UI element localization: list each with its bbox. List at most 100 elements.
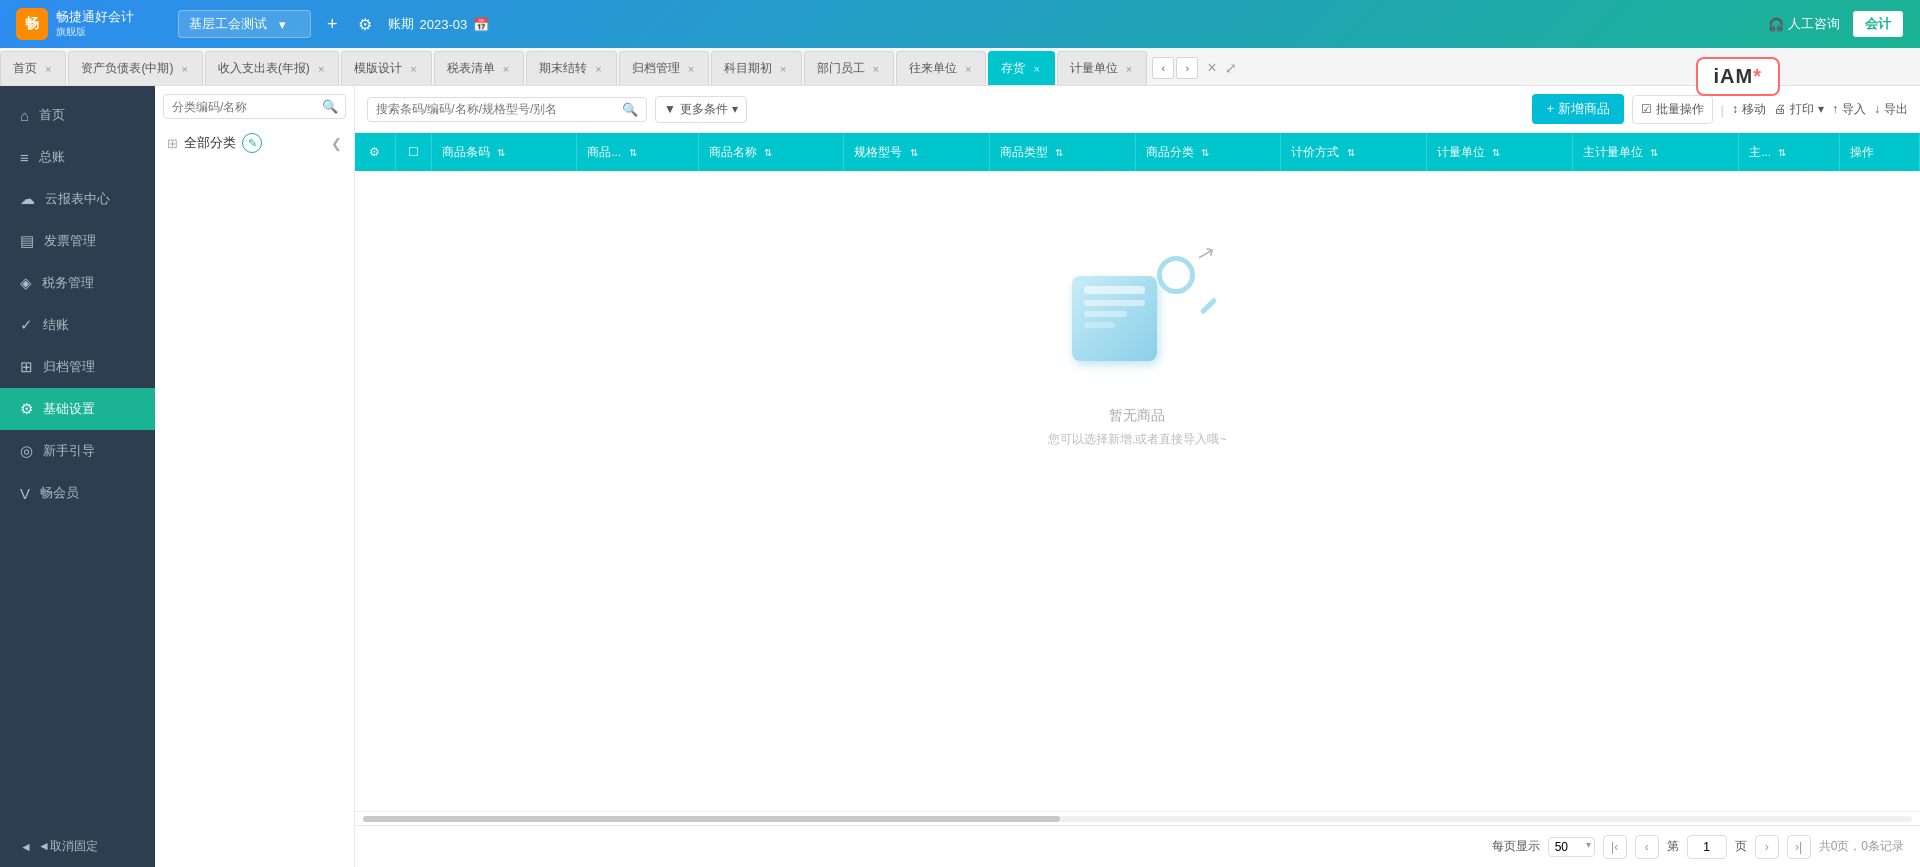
period-label: 账期	[388, 15, 414, 33]
tab-income[interactable]: 收入支出表(年报) ×	[205, 51, 339, 85]
tab-tax-list-close[interactable]: ×	[501, 63, 511, 75]
company-selector[interactable]: 基层工会测试	[178, 10, 311, 38]
move-button[interactable]: ↕ 移动	[1732, 101, 1766, 118]
tab-archive[interactable]: 归档管理 ×	[619, 51, 709, 85]
tab-income-close[interactable]: ×	[316, 63, 326, 75]
top-header: 畅 畅捷通好会计 旗舰版 基层工会测试 + ⚙ 账期 2023-03 📅 🎧 人…	[0, 0, 1920, 48]
more-filter-button[interactable]: ▼ 更多条件 ▾	[655, 96, 747, 123]
category-search-wrap: 🔍	[163, 94, 346, 119]
sort-main-abbr[interactable]: ⇅	[1778, 147, 1786, 158]
calendar-icon[interactable]: 📅	[473, 17, 489, 32]
tab-prev-button[interactable]: ‹	[1152, 57, 1174, 79]
close-all-tabs-button[interactable]: ×	[1203, 59, 1220, 77]
th-name: 商品名称 ⇅	[698, 133, 844, 171]
tab-contacts-close[interactable]: ×	[963, 63, 973, 75]
next-page-button[interactable]: ›	[1755, 835, 1779, 859]
batch-operation-button[interactable]: ☑ 批量操作	[1632, 95, 1713, 124]
app-logo-icon: 畅	[16, 8, 48, 40]
th-checkbox[interactable]: ☐	[395, 133, 431, 171]
sidebar-item-basic[interactable]: ⚙ 基础设置	[0, 388, 155, 430]
sidebar-item-ledger[interactable]: ≡ 总账	[0, 136, 155, 178]
print-icon: 🖨	[1774, 102, 1786, 116]
tab-subject[interactable]: 科目期初 ×	[711, 51, 801, 85]
horizontal-scrollbar[interactable]	[355, 811, 1920, 825]
cancel-fixed-label: ◄取消固定	[38, 838, 98, 855]
scrollbar-thumb[interactable]	[363, 816, 1060, 822]
export-button[interactable]: ↓ 导出	[1874, 101, 1908, 118]
sort-price-method[interactable]: ⇅	[1347, 147, 1355, 158]
tab-contacts-label: 往来单位	[909, 60, 957, 77]
tab-balance-close[interactable]: ×	[179, 63, 189, 75]
tax-icon: ◈	[20, 274, 32, 292]
per-page-select[interactable]: 50 100 200	[1548, 837, 1595, 857]
sidebar-item-member[interactable]: V 畅会员	[0, 472, 155, 514]
sort-barcode[interactable]: ⇅	[497, 147, 505, 158]
tab-dept[interactable]: 部门员工 ×	[804, 51, 894, 85]
sidebar-basic-label: 基础设置	[43, 400, 95, 418]
tab-inventory-close[interactable]: ×	[1031, 63, 1041, 75]
sidebar-item-invoice[interactable]: ▤ 发票管理	[0, 220, 155, 262]
tab-subject-close[interactable]: ×	[778, 63, 788, 75]
tab-inventory[interactable]: 存货 ×	[988, 51, 1054, 85]
tab-contacts[interactable]: 往来单位 ×	[896, 51, 986, 85]
account-button[interactable]: 会计	[1852, 10, 1904, 38]
tab-tax-list[interactable]: 税表清单 ×	[434, 51, 524, 85]
iam-badge: iAM*	[1696, 57, 1780, 96]
sidebar-ledger-label: 总账	[39, 148, 65, 166]
sidebar-home-label: 首页	[39, 106, 65, 124]
batch-check-icon: ☑	[1641, 102, 1652, 116]
human-service-button[interactable]: 🎧 人工咨询	[1768, 15, 1840, 33]
tab-archive-close[interactable]: ×	[686, 63, 696, 75]
category-search-icon[interactable]: 🔍	[322, 99, 338, 114]
tab-next-button[interactable]: ›	[1176, 57, 1198, 79]
sidebar-item-archive[interactable]: ⊞ 归档管理	[0, 346, 155, 388]
tab-home[interactable]: 首页 ×	[0, 51, 66, 85]
settings-button[interactable]: ⚙	[354, 15, 376, 34]
app-name: 畅捷通好会计	[56, 9, 134, 25]
last-page-button[interactable]: ›|	[1787, 835, 1811, 859]
sort-category[interactable]: ⇅	[1201, 147, 1209, 158]
sort-name[interactable]: ⇅	[764, 147, 772, 158]
tab-period-end[interactable]: 期末结转 ×	[526, 51, 616, 85]
tab-home-close[interactable]: ×	[43, 63, 53, 75]
sort-spec[interactable]: ⇅	[910, 147, 918, 158]
product-search-input[interactable]	[376, 102, 622, 116]
prev-page-button[interactable]: ‹	[1635, 835, 1659, 859]
sidebar-cancel-fixed[interactable]: ◄ ◄取消固定	[0, 826, 155, 867]
tab-balance-sheet[interactable]: 资产负债表(中期) ×	[68, 51, 202, 85]
scrollbar-track	[363, 816, 1912, 822]
first-page-button[interactable]: |‹	[1603, 835, 1627, 859]
category-search-input[interactable]	[172, 100, 322, 114]
sidebar-item-settle[interactable]: ✓ 结账	[0, 304, 155, 346]
add-product-button[interactable]: + 新增商品	[1532, 94, 1623, 124]
product-search-icon[interactable]: 🔍	[622, 102, 638, 117]
sidebar-item-guide[interactable]: ◎ 新手引导	[0, 430, 155, 472]
tab-period-end-close[interactable]: ×	[593, 63, 603, 75]
tab-template-close[interactable]: ×	[408, 63, 418, 75]
th-settings[interactable]: ⚙	[355, 133, 395, 171]
th-type: 商品类型 ⇅	[990, 133, 1136, 171]
print-button[interactable]: 🖨 打印 ▾	[1774, 101, 1824, 118]
expand-tabs-button[interactable]: ⤢	[1221, 60, 1241, 76]
all-categories[interactable]: ⊞ 全部分类 ✎ ❮	[163, 127, 346, 159]
tab-unit[interactable]: 计量单位 ×	[1057, 51, 1147, 85]
import-button[interactable]: ↑ 导入	[1832, 101, 1866, 118]
print-dropdown[interactable]: ▾	[1818, 102, 1824, 116]
main-layout: ⌂ 首页 ≡ 总账 ☁ 云报表中心 ▤ 发票管理 ◈ 税务管理 ✓ 结账 ⊞ 归…	[0, 86, 1920, 867]
tab-template[interactable]: 模版设计 ×	[341, 51, 431, 85]
add-tab-button[interactable]: +	[323, 14, 342, 35]
sort-type[interactable]: ⇅	[1055, 147, 1063, 158]
tab-unit-close[interactable]: ×	[1124, 63, 1134, 75]
th-spec: 规格型号 ⇅	[844, 133, 990, 171]
sort-code[interactable]: ⇅	[629, 147, 637, 158]
page-input[interactable]	[1687, 835, 1727, 859]
category-collapse-icon[interactable]: ❮	[331, 136, 342, 151]
sidebar-item-reports[interactable]: ☁ 云报表中心	[0, 178, 155, 220]
sort-unit[interactable]: ⇅	[1492, 147, 1500, 158]
sidebar-item-tax[interactable]: ◈ 税务管理	[0, 262, 155, 304]
tab-home-label: 首页	[13, 60, 37, 77]
tab-dept-close[interactable]: ×	[871, 63, 881, 75]
sidebar-item-home[interactable]: ⌂ 首页	[0, 94, 155, 136]
sort-main-unit[interactable]: ⇅	[1650, 147, 1658, 158]
category-edit-icon[interactable]: ✎	[242, 133, 262, 153]
